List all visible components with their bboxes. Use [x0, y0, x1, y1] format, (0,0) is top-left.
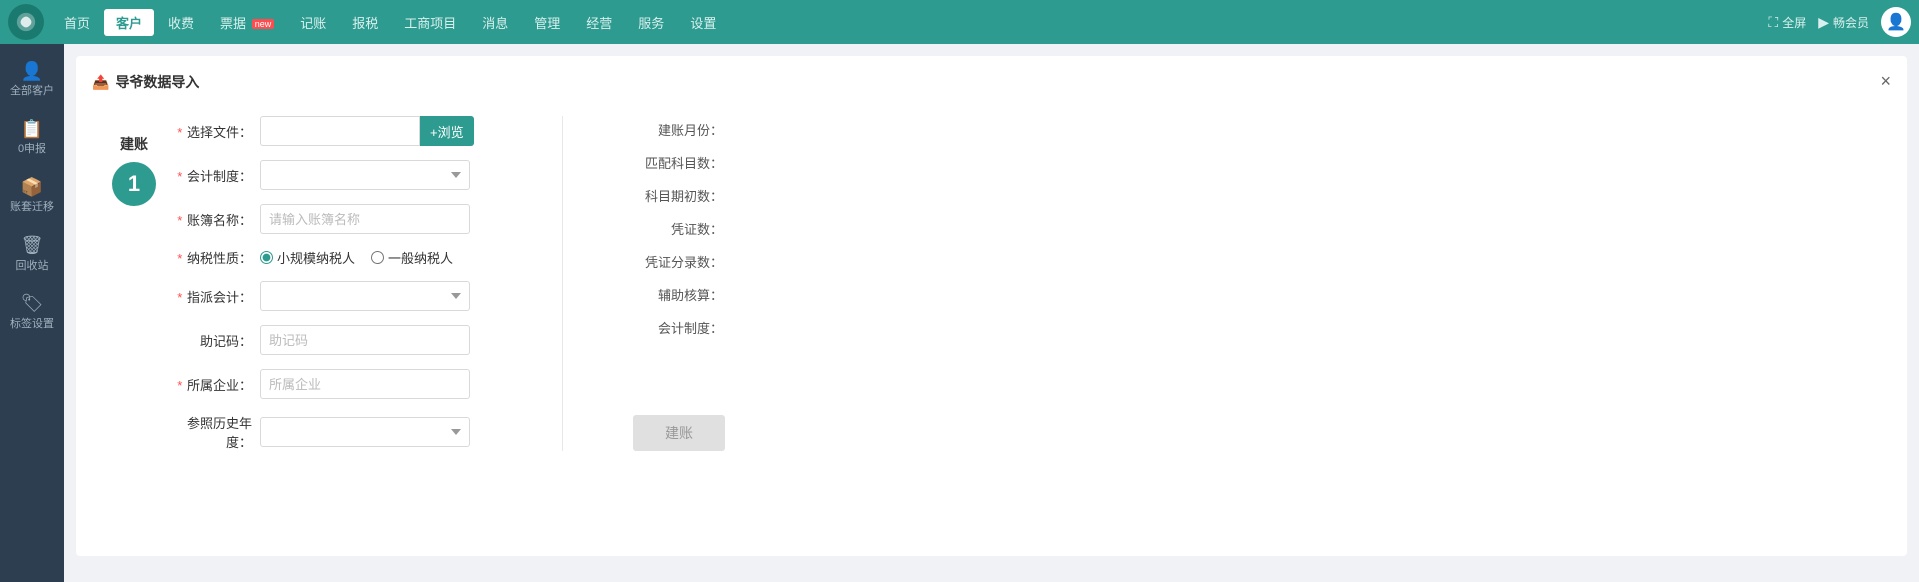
logo[interactable]	[8, 4, 44, 40]
tax-small-radio[interactable]	[260, 251, 273, 264]
assign-accountant-row: * 指派会计：	[172, 281, 532, 311]
sidebar-item-recycle[interactable]: 🗑 回收站	[0, 227, 64, 281]
account-migration-icon: 📦	[21, 176, 43, 198]
assign-accountant-label: * 指派会计：	[172, 287, 252, 306]
tax-small-option[interactable]: 小规模纳税人	[260, 248, 355, 267]
nav-item-invoice[interactable]: 票据 new	[208, 9, 286, 36]
company-required-star: *	[177, 378, 182, 393]
build-button[interactable]: 建账	[633, 415, 725, 451]
build-month-row: 建账月份：	[633, 120, 731, 139]
info-accounting-system-row: 会计制度：	[633, 318, 731, 337]
nav-item-biz[interactable]: 工商项目	[392, 9, 468, 36]
history-year-select[interactable]	[260, 417, 470, 447]
company-row: * 所属企业：	[172, 369, 532, 399]
tax-general-radio[interactable]	[371, 251, 384, 264]
file-row: * 选择文件： +浏览	[172, 116, 532, 146]
nav-item-fee[interactable]: 收费	[156, 9, 206, 36]
tax-general-option[interactable]: 一般纳税人	[371, 248, 453, 267]
ledger-name-row: * 账簿名称：	[172, 204, 532, 234]
nav-right: ⛶ 全屏 ▶ 畅会员 👤	[1768, 7, 1911, 37]
step-circle: 1	[112, 162, 156, 206]
divider	[562, 116, 563, 451]
subject-initial-label: 科目期初数：	[633, 186, 723, 205]
accounting-required-star: *	[177, 169, 182, 184]
sidebar-item-account-migration[interactable]: 📦 账套迁移	[0, 168, 64, 222]
accounting-system-row: * 会计制度：	[172, 160, 532, 190]
form-area: 建账 1 * 选择文件： +浏览	[92, 116, 1891, 451]
assign-accountant-select[interactable]	[260, 281, 470, 311]
nav-item-tax[interactable]: 报税	[340, 9, 390, 36]
panel-title-icon: 📤	[92, 74, 109, 91]
top-nav: 首页 客户 收费 票据 new 记账 报税 工商项目 消息 管理 经营 服务 设…	[0, 0, 1919, 44]
sidebar-item-all-clients[interactable]: 👤 全部客户	[0, 52, 64, 106]
memo-code-label: 助记码：	[172, 331, 252, 350]
recycle-icon: 🗑	[21, 235, 43, 257]
all-clients-icon: 👤	[21, 60, 43, 82]
nav-item-manage[interactable]: 管理	[522, 9, 572, 36]
nav-items: 首页 客户 收费 票据 new 记账 报税 工商项目 消息 管理 经营 服务 设…	[52, 9, 1768, 36]
invoice-badge: new	[252, 19, 275, 29]
panel-close-button[interactable]: ×	[1880, 72, 1891, 90]
fullscreen-icon: ⛶	[1768, 14, 1778, 31]
fullscreen-button[interactable]: ⛶ 全屏	[1768, 14, 1806, 31]
info-accounting-system-label: 会计制度：	[633, 318, 723, 337]
accounting-system-label: * 会计制度：	[172, 166, 252, 185]
nav-item-client[interactable]: 客户	[104, 9, 154, 36]
voucher-row: 凭证数：	[633, 219, 731, 238]
declaration-icon: 📋	[21, 118, 43, 140]
accountant-required-star: *	[177, 290, 182, 305]
info-panel: 建账月份： 匹配科目数： 科目期初数： 凭证数：	[633, 116, 731, 399]
accounting-system-select[interactable]	[260, 160, 470, 190]
memo-code-row: 助记码：	[172, 325, 532, 355]
ledger-name-label: * 账簿名称：	[172, 210, 252, 229]
ledger-required-star: *	[177, 213, 182, 228]
layout: 👤 全部客户 📋 0申报 📦 账套迁移 🗑 回收站 🏷 标签设置 📤 导爷数据导…	[0, 44, 1919, 582]
panel-title: 📤 导爷数据导入	[92, 72, 1891, 92]
file-input-group: +浏览	[260, 116, 474, 146]
tax-type-radio-group: 小规模纳税人 一般纳税人	[260, 248, 453, 267]
membership-icon: ▶	[1818, 14, 1829, 31]
subject-initial-row: 科目期初数：	[633, 186, 731, 205]
sidebar-item-tag-settings[interactable]: 🏷 标签设置	[0, 285, 64, 339]
aux-accounting-label: 辅助核算：	[633, 285, 723, 304]
match-subjects-row: 匹配科目数：	[633, 153, 731, 172]
main-content: 📤 导爷数据导入 × 建账 1 * 选择文件	[64, 44, 1919, 582]
nav-item-settings[interactable]: 设置	[678, 9, 728, 36]
history-year-label: 参照历史年度：	[172, 413, 252, 451]
panel: 📤 导爷数据导入 × 建账 1 * 选择文件	[76, 56, 1907, 556]
membership-button[interactable]: ▶ 畅会员	[1818, 14, 1869, 31]
company-input[interactable]	[260, 369, 470, 399]
company-label: * 所属企业：	[172, 375, 252, 394]
history-year-row: 参照历史年度：	[172, 413, 532, 451]
nav-item-message[interactable]: 消息	[470, 9, 520, 36]
tax-required-star: *	[177, 251, 182, 266]
file-label: * 选择文件：	[172, 122, 252, 141]
sidebar-item-declaration[interactable]: 📋 0申报	[0, 110, 64, 164]
tag-settings-icon: 🏷	[21, 293, 43, 315]
tax-type-row: * 纳税性质： 小规模纳税人 一般纳税人	[172, 248, 532, 267]
aux-accounting-row: 辅助核算：	[633, 285, 731, 304]
voucher-entries-label: 凭证分录数：	[633, 252, 723, 271]
ledger-name-input[interactable]	[260, 204, 470, 234]
build-month-label: 建账月份：	[633, 120, 723, 139]
right-panel: 建账月份： 匹配科目数： 科目期初数： 凭证数：	[593, 116, 731, 451]
build-btn-area: 建账	[633, 415, 731, 451]
memo-code-input[interactable]	[260, 325, 470, 355]
form-left: 建账 1 * 选择文件： +浏览	[112, 116, 532, 451]
voucher-entries-row: 凭证分录数：	[633, 252, 731, 271]
file-required-star: *	[177, 125, 182, 140]
nav-item-home[interactable]: 首页	[52, 9, 102, 36]
browse-button[interactable]: +浏览	[420, 116, 474, 146]
tax-type-label: * 纳税性质：	[172, 248, 252, 267]
file-input[interactable]	[260, 116, 420, 146]
nav-item-ops[interactable]: 经营	[574, 9, 624, 36]
nav-item-ledger[interactable]: 记账	[288, 9, 338, 36]
step-label: 建账	[120, 134, 148, 154]
form-fields: * 选择文件： +浏览 * 会计制度：	[172, 116, 532, 451]
avatar[interactable]: 👤	[1881, 7, 1911, 37]
nav-item-service[interactable]: 服务	[626, 9, 676, 36]
match-subjects-label: 匹配科目数：	[633, 153, 723, 172]
voucher-label: 凭证数：	[633, 219, 723, 238]
sidebar: 👤 全部客户 📋 0申报 📦 账套迁移 🗑 回收站 🏷 标签设置	[0, 44, 64, 582]
